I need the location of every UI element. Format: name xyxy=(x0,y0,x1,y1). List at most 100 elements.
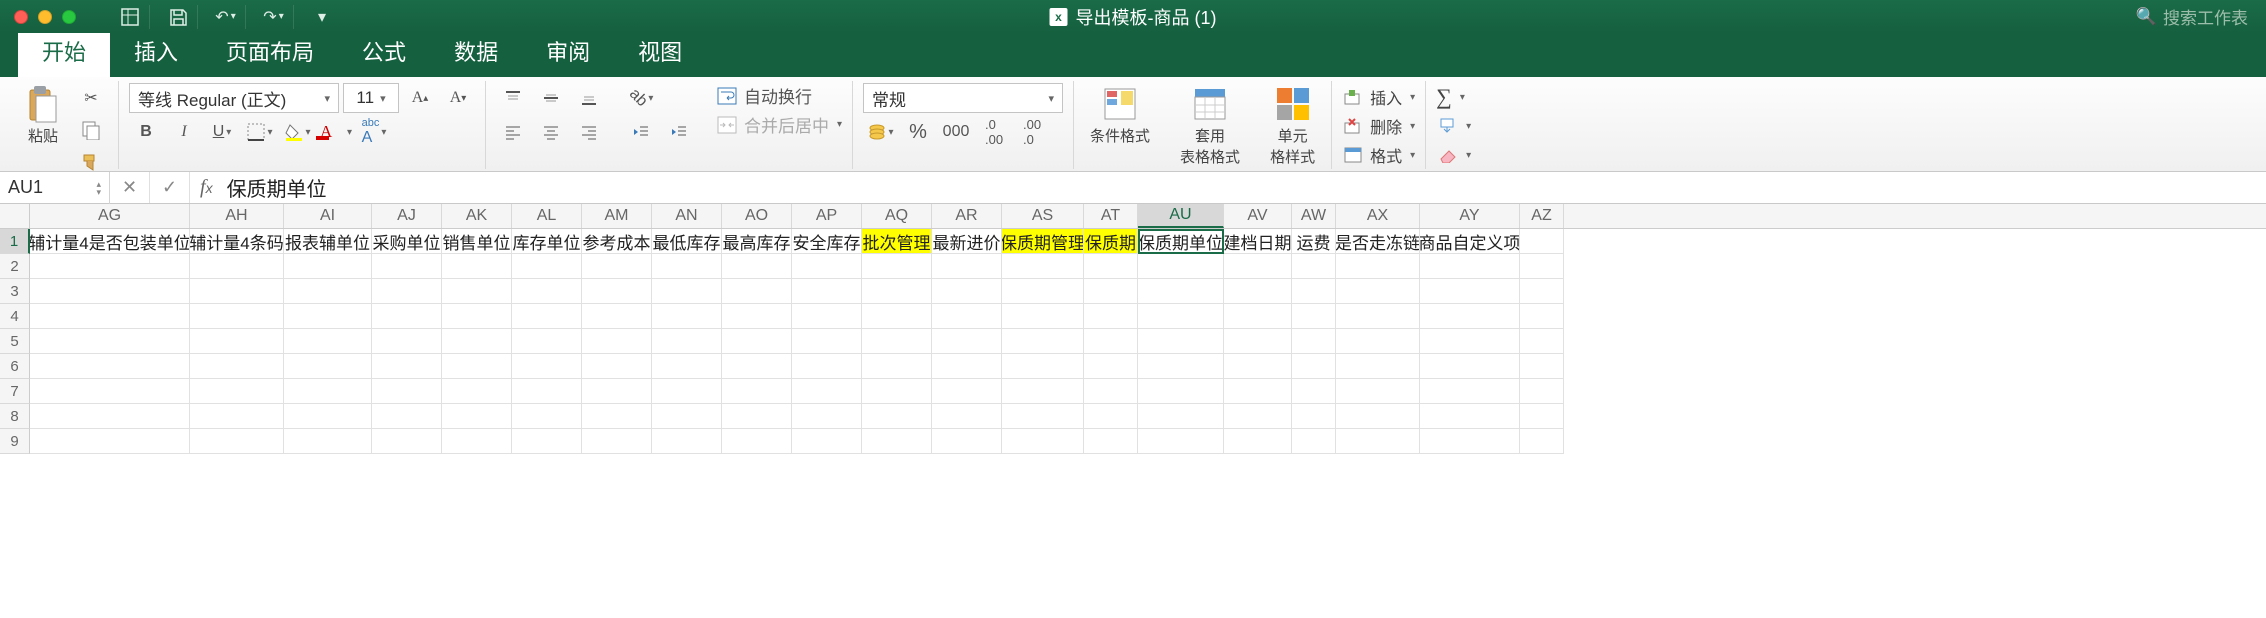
cell-AS8[interactable] xyxy=(1002,404,1084,429)
row-header-3[interactable]: 3 xyxy=(0,279,30,304)
cell-AV8[interactable] xyxy=(1224,404,1292,429)
cell-AH6[interactable] xyxy=(190,354,284,379)
bold-icon[interactable]: B xyxy=(129,117,163,147)
cell-AS5[interactable] xyxy=(1002,329,1084,354)
cell-AZ3[interactable] xyxy=(1520,279,1564,304)
cell-AJ5[interactable] xyxy=(372,329,442,354)
cell-AX2[interactable] xyxy=(1336,254,1420,279)
cell-AM1[interactable]: 参考成本 xyxy=(582,229,652,254)
cell-AV4[interactable] xyxy=(1224,304,1292,329)
cell-AW1[interactable]: 运费 xyxy=(1292,229,1336,254)
cell-AO4[interactable] xyxy=(722,304,792,329)
column-header-AK[interactable]: AK xyxy=(442,204,512,228)
tab-页面布局[interactable]: 页面布局 xyxy=(202,27,338,77)
cell-AS9[interactable] xyxy=(1002,429,1084,454)
cell-AU3[interactable] xyxy=(1138,279,1224,304)
cell-AK2[interactable] xyxy=(442,254,512,279)
cell-AN8[interactable] xyxy=(652,404,722,429)
cell-AR4[interactable] xyxy=(932,304,1002,329)
column-header-AY[interactable]: AY xyxy=(1420,204,1520,228)
decrease-decimal-icon[interactable]: .00.0 xyxy=(1015,117,1049,147)
column-header-AM[interactable]: AM xyxy=(582,204,652,228)
cell-AV9[interactable] xyxy=(1224,429,1292,454)
decrease-font-icon[interactable]: A▾ xyxy=(441,83,475,113)
cell-AJ8[interactable] xyxy=(372,404,442,429)
cell-AL2[interactable] xyxy=(512,254,582,279)
cell-AN1[interactable]: 最低库存 xyxy=(652,229,722,254)
cell-AP7[interactable] xyxy=(792,379,862,404)
align-left-icon[interactable] xyxy=(496,117,530,147)
cell-AP8[interactable] xyxy=(792,404,862,429)
italic-icon[interactable]: I xyxy=(167,117,201,147)
copy-icon[interactable] xyxy=(74,115,108,145)
cell-AS6[interactable] xyxy=(1002,354,1084,379)
column-header-AQ[interactable]: AQ xyxy=(862,204,932,228)
cell-AM3[interactable] xyxy=(582,279,652,304)
cell-AI2[interactable] xyxy=(284,254,372,279)
cell-AV5[interactable] xyxy=(1224,329,1292,354)
cell-AS1[interactable]: 保质期管理 xyxy=(1002,229,1084,254)
cell-AU7[interactable] xyxy=(1138,379,1224,404)
column-header-AP[interactable]: AP xyxy=(792,204,862,228)
cell-AX4[interactable] xyxy=(1336,304,1420,329)
column-header-AT[interactable]: AT xyxy=(1084,204,1138,228)
cell-AP5[interactable] xyxy=(792,329,862,354)
cell-AY4[interactable] xyxy=(1420,304,1520,329)
cell-AJ3[interactable] xyxy=(372,279,442,304)
cell-AI7[interactable] xyxy=(284,379,372,404)
cell-AR9[interactable] xyxy=(932,429,1002,454)
cell-AP3[interactable] xyxy=(792,279,862,304)
cell-AH9[interactable] xyxy=(190,429,284,454)
cell-AI6[interactable] xyxy=(284,354,372,379)
font-color-icon[interactable]: A▾ xyxy=(319,117,353,147)
cell-AI3[interactable] xyxy=(284,279,372,304)
cell-AJ9[interactable] xyxy=(372,429,442,454)
percent-icon[interactable]: % xyxy=(901,117,935,147)
cell-AO1[interactable]: 最高库存 xyxy=(722,229,792,254)
cell-AM2[interactable] xyxy=(582,254,652,279)
column-header-AX[interactable]: AX xyxy=(1336,204,1420,228)
cell-AZ7[interactable] xyxy=(1520,379,1564,404)
cell-AU1[interactable]: 保质期单位 xyxy=(1138,229,1224,254)
cell-AO9[interactable] xyxy=(722,429,792,454)
cell-AQ6[interactable] xyxy=(862,354,932,379)
cell-AX6[interactable] xyxy=(1336,354,1420,379)
redo-icon[interactable]: ↷▾ xyxy=(254,5,294,29)
cell-AU8[interactable] xyxy=(1138,404,1224,429)
cell-AT8[interactable] xyxy=(1084,404,1138,429)
cell-AT4[interactable] xyxy=(1084,304,1138,329)
close-window-icon[interactable] xyxy=(14,10,28,24)
cell-AV6[interactable] xyxy=(1224,354,1292,379)
cell-AH3[interactable] xyxy=(190,279,284,304)
cell-AN4[interactable] xyxy=(652,304,722,329)
cell-AW7[interactable] xyxy=(1292,379,1336,404)
column-header-AL[interactable]: AL xyxy=(512,204,582,228)
cell-AT7[interactable] xyxy=(1084,379,1138,404)
decrease-indent-icon[interactable] xyxy=(624,117,658,147)
cell-AT6[interactable] xyxy=(1084,354,1138,379)
cell-AI1[interactable]: 报表辅单位 xyxy=(284,229,372,254)
cell-AH1[interactable]: 辅计量4条码 xyxy=(190,229,284,254)
cell-AZ8[interactable] xyxy=(1520,404,1564,429)
cell-AQ9[interactable] xyxy=(862,429,932,454)
undo-icon[interactable]: ↶▾ xyxy=(206,5,246,29)
cell-AI5[interactable] xyxy=(284,329,372,354)
cell-AK9[interactable] xyxy=(442,429,512,454)
conditional-format-button[interactable]: 条件格式 xyxy=(1084,83,1156,148)
cell-AW8[interactable] xyxy=(1292,404,1336,429)
cell-AY5[interactable] xyxy=(1420,329,1520,354)
cell-AL4[interactable] xyxy=(512,304,582,329)
cell-AK6[interactable] xyxy=(442,354,512,379)
cell-AX1[interactable]: 是否走冻链 xyxy=(1336,229,1420,254)
cell-AY6[interactable] xyxy=(1420,354,1520,379)
cell-AK8[interactable] xyxy=(442,404,512,429)
cell-AM7[interactable] xyxy=(582,379,652,404)
select-all-corner[interactable] xyxy=(0,204,30,229)
cell-AG8[interactable] xyxy=(30,404,190,429)
tab-开始[interactable]: 开始 xyxy=(18,27,110,77)
align-center-icon[interactable] xyxy=(534,117,568,147)
cell-AY7[interactable] xyxy=(1420,379,1520,404)
cell-AG6[interactable] xyxy=(30,354,190,379)
border-icon[interactable]: ▾ xyxy=(243,117,277,147)
cell-AO8[interactable] xyxy=(722,404,792,429)
